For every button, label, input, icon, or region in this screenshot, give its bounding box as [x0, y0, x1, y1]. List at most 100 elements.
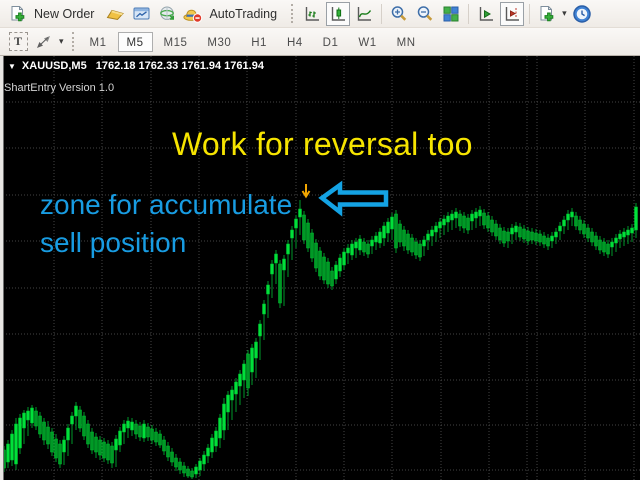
- candle-body: [458, 213, 462, 227]
- candle-body: [182, 465, 186, 474]
- candle-body: [494, 223, 498, 237]
- candle-body: [346, 247, 350, 254]
- zoom-out-button[interactable]: [413, 2, 437, 26]
- candle-body: [610, 241, 614, 248]
- candle-body: [630, 227, 634, 234]
- candle-body: [250, 347, 254, 373]
- toolbar-drag-handle[interactable]: [71, 32, 74, 51]
- candle-body: [30, 407, 34, 424]
- objects-dropdown-caret[interactable]: ▾: [59, 36, 64, 47]
- candle-body: [158, 433, 162, 446]
- web-globe-button[interactable]: [155, 2, 179, 26]
- candle-body: [138, 425, 142, 438]
- timeframe-button-m15[interactable]: M15: [155, 32, 197, 52]
- period-clock-button[interactable]: [570, 2, 594, 26]
- main-toolbar: New Order AutoTrading ▾: [0, 0, 640, 28]
- chart-shift-button[interactable]: [500, 1, 525, 26]
- candle-body: [474, 211, 478, 219]
- candle-body: [602, 241, 606, 253]
- candle-body: [226, 394, 230, 413]
- text-label-tool-button[interactable]: T: [6, 30, 30, 54]
- candle-body: [210, 437, 214, 453]
- candle-body: [338, 257, 342, 272]
- candle-body: [46, 426, 50, 445]
- annotation-blue-text[interactable]: zone for accumulate sell position: [40, 186, 292, 262]
- candle-body: [82, 415, 86, 437]
- new-chart-dropdown-caret[interactable]: ▾: [562, 8, 567, 19]
- candle-body: [378, 231, 382, 244]
- candle-body: [430, 229, 434, 237]
- candle-body: [310, 232, 314, 259]
- candle-body: [342, 251, 346, 266]
- annotation-blue-line1: zone for accumulate: [40, 189, 293, 220]
- arrow-objects-button[interactable]: [32, 30, 56, 54]
- new-order-button[interactable]: [6, 2, 30, 26]
- candle-body: [402, 229, 406, 247]
- autotrading-button[interactable]: [181, 2, 205, 26]
- line-chart-icon: [357, 6, 372, 21]
- candle-body: [326, 261, 330, 285]
- candle-body: [510, 227, 514, 235]
- clock-icon: [572, 4, 591, 23]
- candle-body: [166, 445, 170, 458]
- candle-body: [550, 235, 554, 242]
- candle-body: [434, 225, 438, 233]
- candlestick-chart-icon: [331, 6, 346, 21]
- candle-body: [438, 221, 442, 229]
- timeframe-button-h1[interactable]: H1: [242, 32, 276, 52]
- candle-body: [306, 222, 310, 249]
- candle-body: [614, 237, 618, 244]
- candle-body: [178, 461, 182, 471]
- line-chart-button[interactable]: [352, 2, 376, 26]
- candle-body: [110, 445, 114, 464]
- toolbar-drag-handle[interactable]: [291, 4, 294, 23]
- candle-body: [62, 439, 66, 453]
- autotrading-label[interactable]: AutoTrading: [209, 7, 277, 21]
- symbol-dropdown-icon[interactable]: ▼: [8, 62, 16, 71]
- auto-scroll-button[interactable]: [474, 2, 498, 26]
- candle-body: [490, 219, 494, 233]
- candle-body: [470, 213, 474, 222]
- metatrader-window: { "toolbar_main": { "new_order_label": "…: [0, 0, 640, 480]
- timeframe-button-m30[interactable]: M30: [198, 32, 240, 52]
- candlestick-chart[interactable]: [0, 56, 640, 480]
- candle-body: [186, 468, 190, 477]
- tile-windows-button[interactable]: [439, 2, 463, 26]
- new-chart-button[interactable]: [535, 2, 559, 26]
- candle-body: [58, 443, 62, 465]
- blue-left-arrow-annotation: [318, 180, 389, 217]
- candle-body: [562, 219, 566, 227]
- candle-body: [542, 235, 546, 245]
- candle-body: [174, 457, 178, 468]
- candle-body: [142, 423, 146, 439]
- new-order-label[interactable]: New Order: [34, 7, 94, 21]
- candle-body: [170, 451, 174, 463]
- zoom-in-button[interactable]: [387, 2, 411, 26]
- text-label-tool-icon: T: [8, 32, 28, 51]
- candle-body: [358, 238, 362, 251]
- candle-body: [478, 209, 482, 217]
- candle-body: [270, 263, 274, 275]
- timeframe-button-m1[interactable]: M1: [81, 32, 116, 52]
- candle-body: [198, 460, 202, 471]
- candle-body: [242, 363, 246, 381]
- candle-body: [582, 223, 586, 235]
- annotation-yellow-text[interactable]: Work for reversal too: [172, 126, 473, 163]
- chart-header: ▼ XAUUSD,M5 1762.18 1762.33 1761.94 1761…: [8, 60, 264, 72]
- price-chart-area[interactable]: ▼ XAUUSD,M5 1762.18 1762.33 1761.94 1761…: [0, 56, 640, 480]
- candle-body: [506, 231, 510, 242]
- candle-body: [22, 412, 26, 429]
- timeframe-button-mn[interactable]: MN: [388, 32, 425, 52]
- timeframe-button-m5[interactable]: M5: [117, 31, 153, 52]
- candle-body: [386, 221, 390, 234]
- candle-body: [278, 263, 282, 304]
- candlestick-chart-button[interactable]: [326, 1, 351, 26]
- candle-body: [558, 225, 562, 232]
- gold-bar-button[interactable]: [103, 2, 127, 26]
- timeframe-button-d1[interactable]: D1: [314, 32, 348, 52]
- market-window-button[interactable]: [129, 2, 153, 26]
- bar-chart-button[interactable]: [300, 2, 324, 26]
- candle-body: [254, 341, 258, 359]
- timeframe-button-w1[interactable]: W1: [349, 32, 385, 52]
- timeframe-button-h4[interactable]: H4: [278, 32, 312, 52]
